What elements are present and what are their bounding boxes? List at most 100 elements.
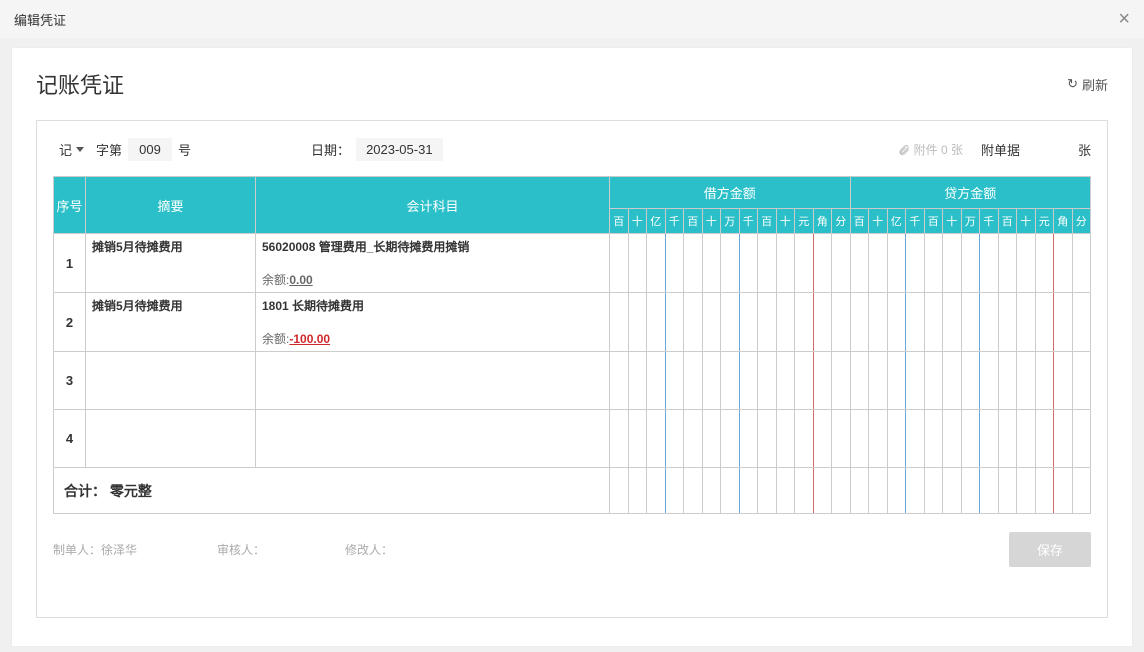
amount-digit-cell[interactable] [1054,410,1073,468]
amount-digit-cell[interactable] [739,468,758,514]
amount-digit-cell[interactable] [702,352,721,410]
amount-digit-cell[interactable] [906,234,925,293]
amount-digit-cell[interactable] [610,410,629,468]
amount-digit-cell[interactable] [1072,234,1091,293]
amount-digit-cell[interactable] [832,468,851,514]
amount-digit-cell[interactable] [869,468,888,514]
amount-digit-cell[interactable] [887,293,906,352]
amount-digit-cell[interactable] [647,293,666,352]
subject-text[interactable]: 1801 长期待摊费用 [262,297,603,314]
amount-digit-cell[interactable] [758,352,777,410]
amount-digit-cell[interactable] [1017,352,1036,410]
amount-digit-cell[interactable] [1035,352,1054,410]
amount-digit-cell[interactable] [1054,352,1073,410]
amount-digit-cell[interactable] [961,352,980,410]
amount-digit-cell[interactable] [1035,293,1054,352]
amount-digit-cell[interactable] [702,410,721,468]
amount-digit-cell[interactable] [795,410,814,468]
amount-digit-cell[interactable] [887,234,906,293]
amount-digit-cell[interactable] [998,293,1017,352]
subject-cell[interactable]: 1801 长期待摊费用余额:-100.00 [256,293,610,352]
amount-digit-cell[interactable] [832,352,851,410]
amount-digit-cell[interactable] [628,468,647,514]
amount-digit-cell[interactable] [684,468,703,514]
amount-digit-cell[interactable] [961,468,980,514]
amount-digit-cell[interactable] [1017,468,1036,514]
amount-digit-cell[interactable] [647,352,666,410]
amount-digit-cell[interactable] [832,234,851,293]
amount-digit-cell[interactable] [1072,410,1091,468]
amount-digit-cell[interactable] [943,410,962,468]
amount-digit-cell[interactable] [813,468,832,514]
amount-digit-cell[interactable] [721,410,740,468]
amount-digit-cell[interactable] [1017,234,1036,293]
amount-digit-cell[interactable] [924,410,943,468]
amount-digit-cell[interactable] [924,293,943,352]
amount-digit-cell[interactable] [610,234,629,293]
amount-digit-cell[interactable] [665,293,684,352]
amount-digit-cell[interactable] [832,410,851,468]
summary-cell[interactable] [86,352,256,410]
attachment-link[interactable]: 附件 0 张 [898,141,963,158]
amount-digit-cell[interactable] [1035,234,1054,293]
amount-digit-cell[interactable] [980,234,999,293]
amount-digit-cell[interactable] [702,234,721,293]
amount-digit-cell[interactable] [1072,352,1091,410]
summary-cell[interactable]: 摊销5月待摊费用 [86,293,256,352]
amount-digit-cell[interactable] [684,410,703,468]
amount-digit-cell[interactable] [998,352,1017,410]
amount-digit-cell[interactable] [684,352,703,410]
amount-digit-cell[interactable] [980,352,999,410]
amount-digit-cell[interactable] [628,293,647,352]
amount-digit-cell[interactable] [665,410,684,468]
amount-digit-cell[interactable] [943,352,962,410]
amount-digit-cell[interactable] [795,468,814,514]
save-button[interactable]: 保存 [1009,532,1091,567]
amount-digit-cell[interactable] [628,352,647,410]
amount-digit-cell[interactable] [961,410,980,468]
amount-digit-cell[interactable] [721,468,740,514]
amount-digit-cell[interactable] [850,293,869,352]
amount-digit-cell[interactable] [776,234,795,293]
amount-digit-cell[interactable] [795,234,814,293]
amount-digit-cell[interactable] [887,352,906,410]
amount-digit-cell[interactable] [776,468,795,514]
amount-digit-cell[interactable] [980,293,999,352]
subject-cell[interactable] [256,410,610,468]
amount-digit-cell[interactable] [758,293,777,352]
subject-cell[interactable] [256,352,610,410]
amount-digit-cell[interactable] [684,234,703,293]
amount-digit-cell[interactable] [665,234,684,293]
subject-text[interactable]: 56020008 管理费用_长期待摊费用摊销 [262,238,603,255]
amount-digit-cell[interactable] [739,293,758,352]
amount-digit-cell[interactable] [813,410,832,468]
amount-digit-cell[interactable] [610,352,629,410]
amount-digit-cell[interactable] [739,234,758,293]
amount-digit-cell[interactable] [721,234,740,293]
amount-digit-cell[interactable] [1054,293,1073,352]
amount-digit-cell[interactable] [628,410,647,468]
amount-digit-cell[interactable] [795,293,814,352]
amount-digit-cell[interactable] [739,410,758,468]
amount-digit-cell[interactable] [610,468,629,514]
amount-digit-cell[interactable] [850,352,869,410]
amount-digit-cell[interactable] [628,234,647,293]
amount-digit-cell[interactable] [1072,468,1091,514]
summary-cell[interactable] [86,410,256,468]
date-input[interactable]: 2023-05-31 [356,138,443,161]
amount-digit-cell[interactable] [721,352,740,410]
amount-digit-cell[interactable] [739,352,758,410]
amount-digit-cell[interactable] [776,410,795,468]
amount-digit-cell[interactable] [906,293,925,352]
amount-digit-cell[interactable] [758,468,777,514]
amount-digit-cell[interactable] [1072,293,1091,352]
amount-digit-cell[interactable] [1054,234,1073,293]
amount-digit-cell[interactable] [665,352,684,410]
amount-digit-cell[interactable] [887,468,906,514]
amount-digit-cell[interactable] [665,468,684,514]
amount-digit-cell[interactable] [887,410,906,468]
amount-digit-cell[interactable] [906,410,925,468]
amount-digit-cell[interactable] [795,352,814,410]
amount-digit-cell[interactable] [980,468,999,514]
amount-digit-cell[interactable] [776,352,795,410]
